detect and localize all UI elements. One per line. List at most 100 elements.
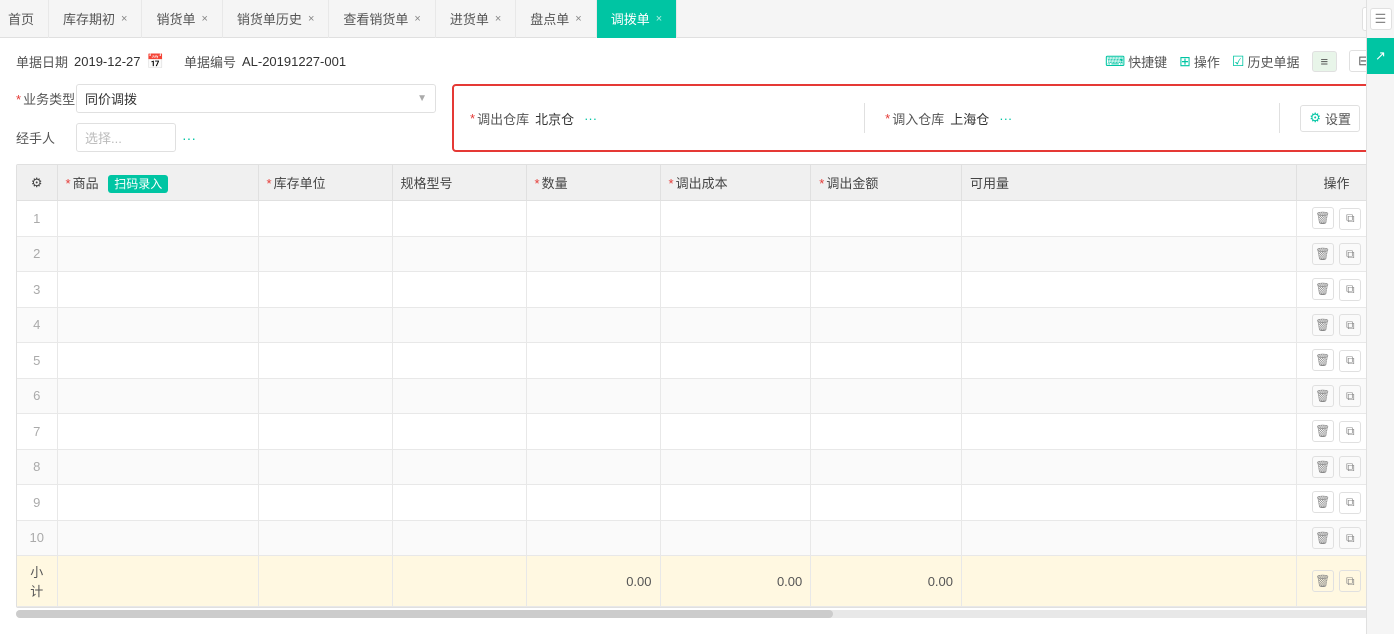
row-copy-button[interactable]: ⧉ xyxy=(1339,385,1361,407)
row-qty[interactable] xyxy=(526,307,660,343)
tab-homepage[interactable]: 首页 xyxy=(8,0,49,38)
out-warehouse-value: 北京仓 xyxy=(535,109,574,128)
row-copy-button[interactable]: ⧉ xyxy=(1339,208,1361,230)
row-amount xyxy=(811,307,962,343)
col-spec: 规格型号 xyxy=(392,165,526,201)
row-goods[interactable] xyxy=(57,201,258,237)
tab-sale-history[interactable]: 销货单历史 × xyxy=(223,0,329,38)
row-goods[interactable] xyxy=(57,236,258,272)
table-row: 7 🗑 ⧉ xyxy=(17,414,1377,450)
row-delete-button[interactable]: 🗑 xyxy=(1312,278,1334,300)
row-amount xyxy=(811,485,962,521)
subtotal-delete-button[interactable]: 🗑 xyxy=(1312,570,1334,592)
calendar-icon[interactable]: 📅 xyxy=(147,53,164,70)
tab-close-purchase[interactable]: × xyxy=(495,13,501,25)
out-warehouse-more-icon[interactable]: ··· xyxy=(584,111,597,126)
in-warehouse-more-icon[interactable]: ··· xyxy=(999,111,1012,126)
col-available: 可用量 xyxy=(962,165,1297,201)
col-settings[interactable]: ⚙ xyxy=(17,165,57,201)
row-goods[interactable] xyxy=(57,343,258,379)
row-delete-button[interactable]: 🗑 xyxy=(1312,243,1334,265)
tab-view-sale[interactable]: 查看销货单 × xyxy=(329,0,435,38)
layout-btn-1[interactable]: ≡ xyxy=(1312,51,1338,72)
handler-more-icon[interactable]: ··· xyxy=(182,130,196,146)
row-qty[interactable] xyxy=(526,378,660,414)
row-copy-button[interactable]: ⧉ xyxy=(1339,279,1361,301)
tab-close-stocktake[interactable]: × xyxy=(575,13,581,25)
tab-close-sale-order[interactable]: × xyxy=(201,13,207,25)
row-spec xyxy=(392,414,526,450)
tab-close-inventory-init[interactable]: × xyxy=(121,13,127,25)
operation-button[interactable]: ⊞ 操作 xyxy=(1179,52,1220,71)
row-qty[interactable] xyxy=(526,449,660,485)
row-subtotal-label: 小计 xyxy=(17,556,57,607)
tab-inventory-init[interactable]: 库存期初 × xyxy=(49,0,142,38)
row-op: 🗑 ⧉ xyxy=(1297,378,1377,414)
table-row: 小计 0.00 0.00 0.00 🗑 ⧉ xyxy=(17,556,1377,607)
row-num: 1 xyxy=(17,201,57,237)
row-qty[interactable] xyxy=(526,201,660,237)
row-copy-button[interactable]: ⧉ xyxy=(1339,421,1361,443)
shortcut-button[interactable]: ⌨ 快捷键 xyxy=(1105,52,1167,71)
biz-type-arrow-icon: ▼ xyxy=(417,93,427,104)
row-cost xyxy=(660,414,811,450)
row-qty[interactable] xyxy=(526,520,660,556)
row-qty[interactable] xyxy=(526,414,660,450)
row-goods[interactable] xyxy=(57,378,258,414)
biz-type-select[interactable]: 同价调拨 ▼ xyxy=(76,84,436,113)
subtotal-copy-button[interactable]: ⧉ xyxy=(1339,570,1361,592)
row-goods[interactable] xyxy=(57,414,258,450)
tab-sale-order[interactable]: 销货单 × xyxy=(142,0,222,38)
sidebar-export-button[interactable]: ↗ xyxy=(1367,38,1394,74)
row-goods[interactable] xyxy=(57,520,258,556)
tab-stocktake[interactable]: 盘点单 × xyxy=(516,0,596,38)
row-qty[interactable] xyxy=(526,272,660,308)
row-cost xyxy=(660,236,811,272)
row-qty[interactable] xyxy=(526,485,660,521)
scan-button[interactable]: 扫码录入 xyxy=(108,175,168,193)
subtotal-goods xyxy=(57,556,258,607)
row-delete-button[interactable]: 🗑 xyxy=(1312,456,1334,478)
row-num: 2 xyxy=(17,236,57,272)
row-delete-button[interactable]: 🗑 xyxy=(1312,314,1334,336)
row-goods[interactable] xyxy=(57,307,258,343)
row-available xyxy=(962,449,1297,485)
table-row: 10 🗑 ⧉ xyxy=(17,520,1377,556)
tab-close-transfer[interactable]: × xyxy=(656,13,662,25)
row-spec xyxy=(392,378,526,414)
row-goods[interactable] xyxy=(57,485,258,521)
row-num: 5 xyxy=(17,343,57,379)
tab-transfer[interactable]: 调拨单 × xyxy=(597,0,677,38)
handler-row: 经手人 选择... ··· xyxy=(16,123,436,152)
sidebar-list-button[interactable]: ☰ xyxy=(1370,8,1392,30)
tab-close-view-sale[interactable]: × xyxy=(414,13,420,25)
row-copy-button[interactable]: ⧉ xyxy=(1339,314,1361,336)
tab-purchase[interactable]: 进货单 × xyxy=(436,0,516,38)
horizontal-scrollbar[interactable] xyxy=(16,610,1378,618)
layout-icon-1: ≡ xyxy=(1321,54,1329,69)
tab-close-sale-history[interactable]: × xyxy=(308,13,314,25)
settings-button[interactable]: ⚙ 设置 xyxy=(1300,105,1360,132)
out-warehouse-label: 调出仓库 xyxy=(477,109,529,128)
row-copy-button[interactable]: ⧉ xyxy=(1339,527,1361,549)
row-delete-button[interactable]: 🗑 xyxy=(1312,491,1334,513)
header-row: 单据日期 2019-12-27 📅 单据编号 AL-20191227-001 ⌨… xyxy=(16,50,1378,72)
row-goods[interactable] xyxy=(57,449,258,485)
row-qty[interactable] xyxy=(526,343,660,379)
row-goods[interactable] xyxy=(57,272,258,308)
row-delete-button[interactable]: 🗑 xyxy=(1312,207,1334,229)
row-delete-button[interactable]: 🗑 xyxy=(1312,527,1334,549)
row-delete-button[interactable]: 🗑 xyxy=(1312,420,1334,442)
row-copy-button[interactable]: ⧉ xyxy=(1339,243,1361,265)
row-copy-button[interactable]: ⧉ xyxy=(1339,350,1361,372)
row-qty[interactable] xyxy=(526,236,660,272)
row-copy-button[interactable]: ⧉ xyxy=(1339,492,1361,514)
handler-input[interactable]: 选择... xyxy=(76,123,176,152)
row-copy-button[interactable]: ⧉ xyxy=(1339,456,1361,478)
row-unit xyxy=(258,343,392,379)
row-delete-button[interactable]: 🗑 xyxy=(1312,349,1334,371)
history-button[interactable]: ☑ 历史单据 xyxy=(1232,52,1300,71)
scrollbar-thumb xyxy=(16,610,833,618)
row-num: 6 xyxy=(17,378,57,414)
row-delete-button[interactable]: 🗑 xyxy=(1312,385,1334,407)
